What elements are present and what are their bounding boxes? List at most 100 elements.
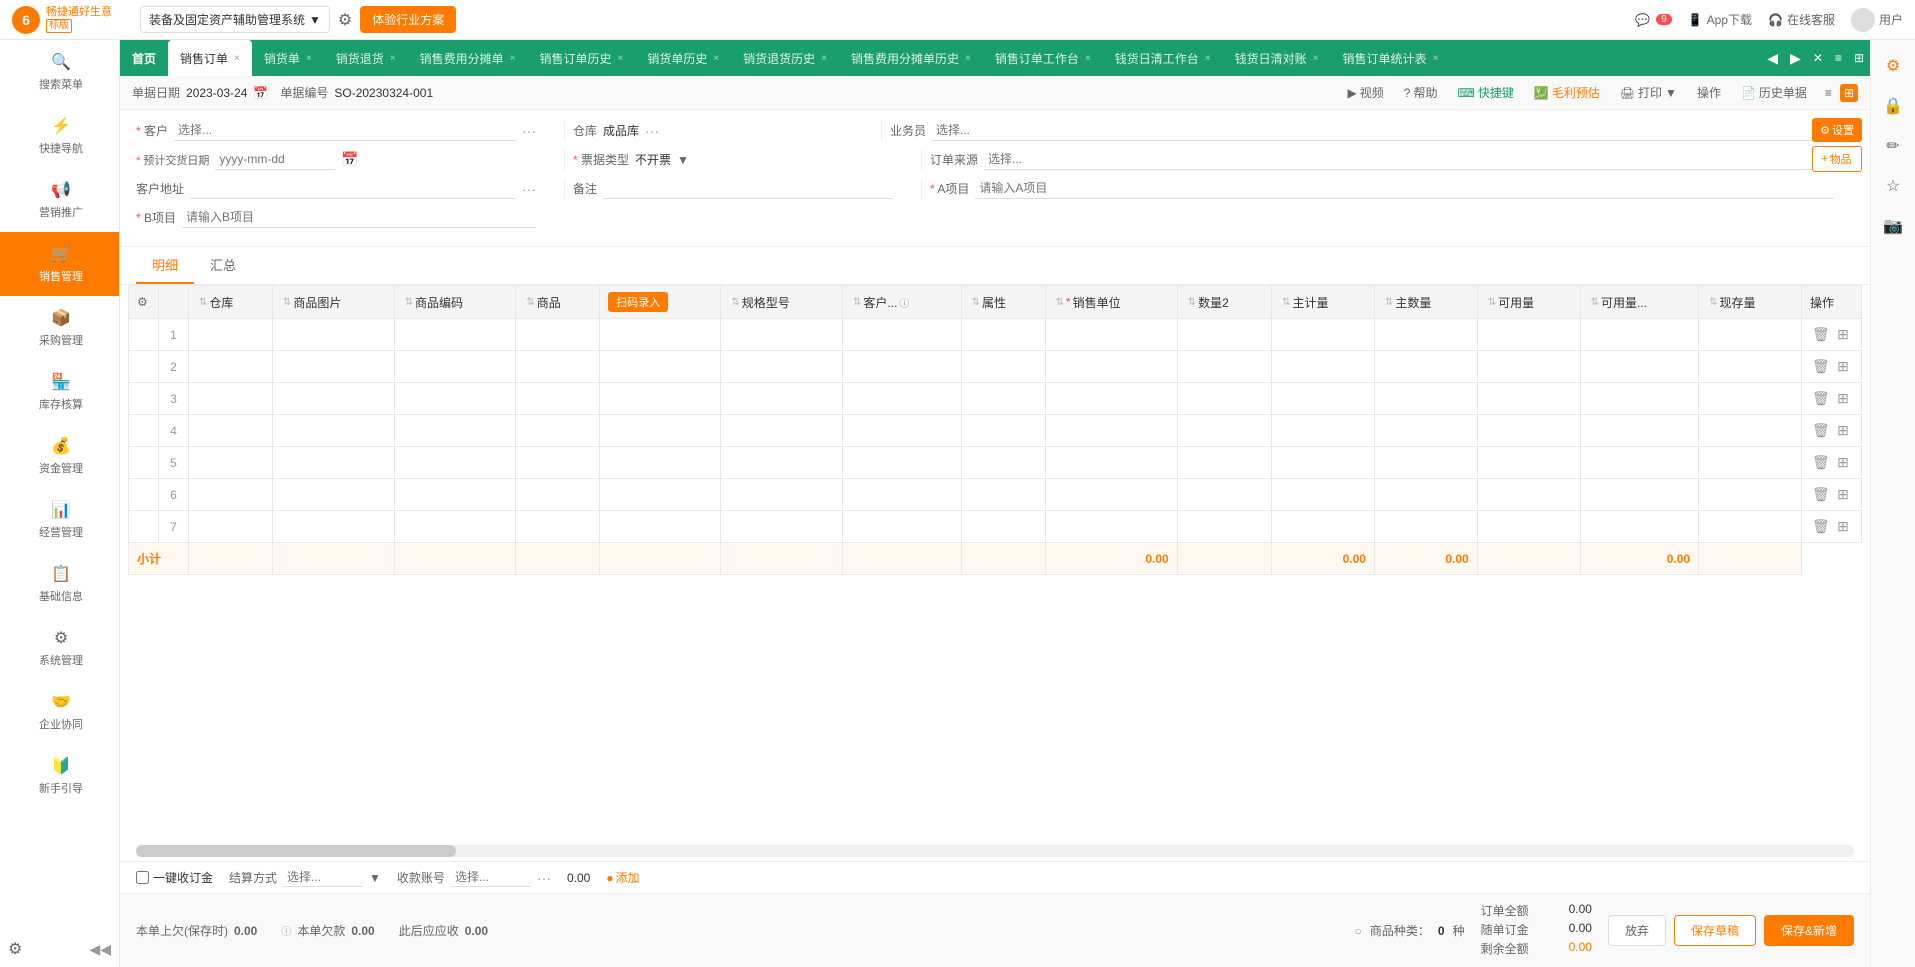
th-current-stock[interactable]: ⇅现存量 [1699,286,1802,319]
copy-icon-6[interactable]: ⊞ [1837,486,1849,502]
th-available[interactable]: ⇅可用量 [1477,286,1580,319]
row-qty2-3[interactable] [1177,383,1271,415]
copy-icon-3[interactable]: ⊞ [1837,390,1849,406]
side-settings-btn[interactable]: ⚙ [1875,48,1911,84]
row-product-image-6[interactable] [272,479,394,511]
row-product-code-3[interactable] [394,383,516,415]
grid-view-icon[interactable]: ⊞ [1840,84,1858,102]
row-sales-unit-5[interactable] [1045,447,1177,479]
collapse-icon[interactable]: ◀◀ [89,941,111,958]
row-available-6[interactable] [1477,479,1580,511]
delete-icon-1[interactable]: 🗑 [1812,326,1830,342]
side-lock-btn[interactable]: 🔒 [1875,88,1911,124]
th-product-image[interactable]: ⇅商品图片 [272,286,394,319]
nav-tab-sales_expense_split[interactable]: 销售费用分摊单× [408,40,528,76]
user-item[interactable]: 用户 [1851,8,1903,32]
nav-tab-sales_return_goods_history[interactable]: 销货退货历史× [731,40,839,76]
row-attributes-5[interactable] [961,447,1045,479]
row-qty2-4[interactable] [1177,415,1271,447]
row-available2-7[interactable] [1580,511,1699,543]
tab-close-sales_expense_split[interactable]: × [510,53,516,64]
row-current-stock-7[interactable] [1699,511,1802,543]
row-available2-6[interactable] [1580,479,1699,511]
row-spec-3[interactable] [721,383,843,415]
profit-btn[interactable]: 💹 毛利预估 [1528,82,1606,103]
row-main-unit-1[interactable] [1272,319,1375,351]
nav-menu-icon[interactable]: ≡ [1829,51,1848,65]
row-main-unit-2[interactable] [1272,351,1375,383]
one-click-checkout-checkbox[interactable]: 一键收订金 [136,869,213,886]
tab-close-sales_order[interactable]: × [234,53,240,64]
row-qty2-1[interactable] [1177,319,1271,351]
list-view-icon[interactable]: ≡ [1821,84,1836,102]
tab-close-sales_order_workbench[interactable]: × [1085,53,1091,64]
row-product-code-5[interactable] [394,447,516,479]
nav-tab-sales_return_history[interactable]: 销货单历史× [635,40,731,76]
b-project-input[interactable] [182,207,536,228]
nav-tab-sales_return_goods[interactable]: 销货退货× [324,40,408,76]
row-product-image-1[interactable] [272,319,394,351]
copy-icon-2[interactable]: ⊞ [1837,358,1849,374]
help-btn[interactable]: ? 帮助 [1398,82,1444,103]
row-main-unit-6[interactable] [1272,479,1375,511]
sidebar-item-finance[interactable]: 💰 资金管理 [0,424,119,488]
invoice-dropdown-icon[interactable]: ▼ [677,153,689,167]
row-product-code-6[interactable] [394,479,516,511]
row-product-name-6[interactable] [516,479,600,511]
row-available2-5[interactable] [1580,447,1699,479]
row-available2-1[interactable] [1580,319,1699,351]
row-customer-code-3[interactable] [843,383,962,415]
row-main-unit-3[interactable] [1272,383,1375,415]
row-warehouse-6[interactable] [189,479,273,511]
row-main-qty-4[interactable] [1374,415,1477,447]
th-main-unit[interactable]: ⇅主计量 [1272,286,1375,319]
shortcut-btn[interactable]: ⌨ 快捷键 [1451,82,1519,103]
side-star-btn[interactable]: ☆ [1875,168,1911,204]
row-qty2-5[interactable] [1177,447,1271,479]
tab-close-cash_reconcile[interactable]: × [1313,53,1319,64]
row-spec-6[interactable] [721,479,843,511]
row-product-name-3[interactable] [516,383,600,415]
row-available-4[interactable] [1477,415,1580,447]
nav-expand-icon[interactable]: ⊞ [1848,51,1870,65]
scan-btn[interactable]: 扫码录入 [608,292,668,312]
row-customer-code-1[interactable] [843,319,962,351]
nav-tab-sales_order_stats[interactable]: 销售订单统计表× [1330,40,1450,76]
row-sales-unit-2[interactable] [1045,351,1177,383]
row-product-image-7[interactable] [272,511,394,543]
row-main-qty-6[interactable] [1374,479,1477,511]
side-edit-btn[interactable]: ✏ [1875,128,1911,164]
row-product-name-1[interactable] [516,319,600,351]
th-settings[interactable]: ⚙ [129,286,159,319]
online-service-item[interactable]: 🎧 在线客服 [1768,11,1835,28]
th-attributes[interactable]: ⇅属性 [961,286,1045,319]
th-product-code[interactable]: ⇅商品编码 [394,286,516,319]
row-current-stock-2[interactable] [1699,351,1802,383]
row-available-5[interactable] [1477,447,1580,479]
th-warehouse[interactable]: ⇅仓库 [189,286,273,319]
tab-summary[interactable]: 汇总 [194,247,252,284]
sidebar-item-system[interactable]: ⚙ 系统管理 [0,616,119,680]
tab-close-sales_return_history[interactable]: × [713,53,719,64]
horizontal-scrollbar[interactable] [136,845,1854,857]
row-spec-2[interactable] [721,351,843,383]
nav-tab-sales_expense_split_history[interactable]: 销售费用分摊单历史× [839,40,983,76]
add-btn[interactable]: ● 添加 [606,869,639,886]
row-current-stock-3[interactable] [1699,383,1802,415]
sidebar-item-operations[interactable]: 📊 经营管理 [0,488,119,552]
row-available-3[interactable] [1477,383,1580,415]
delete-icon-7[interactable]: 🗑 [1812,518,1830,534]
settings-icon-sidebar[interactable]: ⚙ [8,939,22,959]
ops-btn[interactable]: 操作 [1691,82,1727,103]
settings-icon[interactable]: ⚙ [338,10,352,30]
delete-icon-2[interactable]: 🗑 [1812,358,1830,374]
nav-prev-icon[interactable]: ◀ [1761,50,1784,67]
warehouse-more-icon[interactable]: ··· [645,123,659,139]
delivery-date-input[interactable] [215,149,335,170]
delete-icon-3[interactable]: 🗑 [1812,390,1830,406]
delete-icon-5[interactable]: 🗑 [1812,454,1830,470]
row-available2-3[interactable] [1580,383,1699,415]
row-warehouse-1[interactable] [189,319,273,351]
row-product-code-4[interactable] [394,415,516,447]
payment-method-input[interactable] [283,868,363,887]
